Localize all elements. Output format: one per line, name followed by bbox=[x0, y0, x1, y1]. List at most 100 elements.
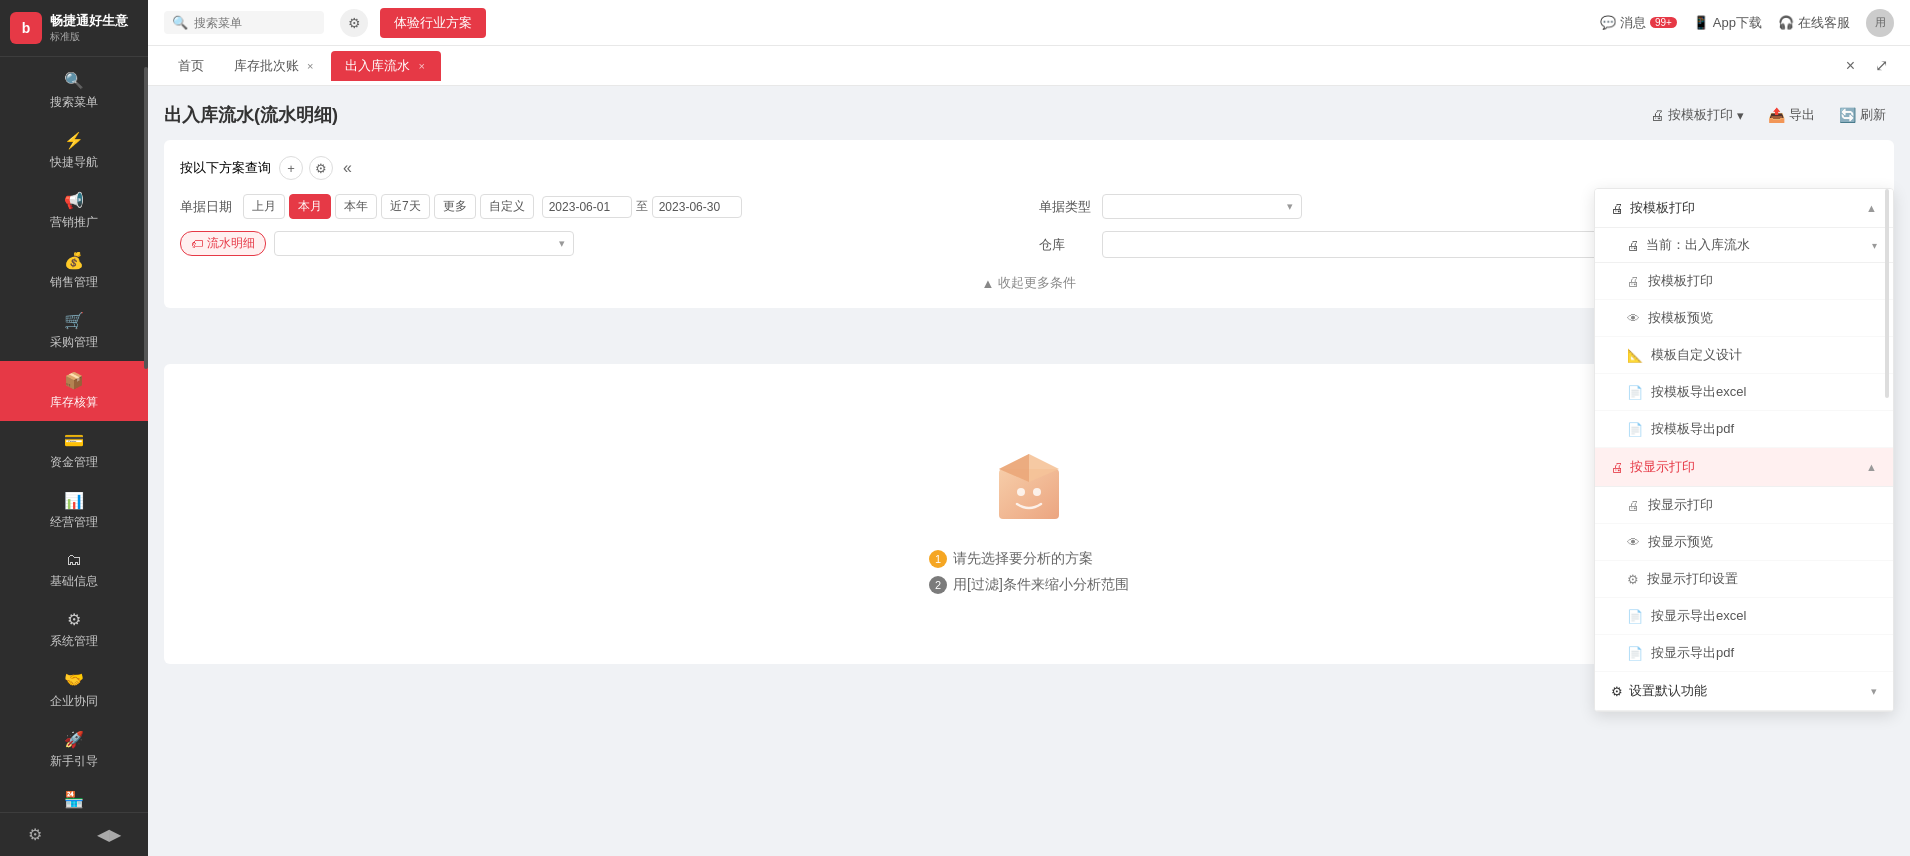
settings-bottom-btn[interactable]: ⚙ bbox=[28, 825, 42, 844]
settings-condition-btn[interactable]: ⚙ bbox=[309, 156, 333, 180]
voucher-type-select[interactable]: ▾ bbox=[1102, 194, 1302, 219]
biz-type-select[interactable]: ▾ bbox=[274, 231, 574, 256]
tab-inout-flow-close[interactable]: × bbox=[416, 60, 426, 72]
search-nav-icon: 🔍 bbox=[64, 71, 84, 90]
sidebar-nav: 🔍 搜索菜单 ⚡ 快捷导航 📢 营销推广 💰 销售管理 🛒 采购管理 📦 bbox=[0, 57, 148, 812]
date-from-input[interactable] bbox=[542, 196, 632, 218]
sidebar-item-guide[interactable]: 🚀 新手引导 bbox=[0, 720, 148, 780]
display-pdf-icon: 📄 bbox=[1627, 646, 1643, 661]
app-download-btn[interactable]: 📱 App下载 bbox=[1693, 14, 1762, 32]
date-btn-more[interactable]: 更多 bbox=[434, 194, 476, 219]
dropdown-item-template-preview[interactable]: 👁 按模板预览 bbox=[1595, 300, 1893, 337]
sidebar-item-finance[interactable]: 💳 资金管理 bbox=[0, 421, 148, 481]
voucher-type-chevron-icon: ▾ bbox=[1287, 200, 1293, 213]
guide-icon: 🚀 bbox=[64, 730, 84, 749]
topbar-search-box[interactable]: 🔍 bbox=[164, 11, 324, 34]
dropdown-section-template-header[interactable]: 🖨 按模板打印 ▲ bbox=[1595, 189, 1893, 228]
close-all-tabs-btn[interactable]: × bbox=[1840, 55, 1861, 77]
collapse-more-btn[interactable]: ▲ 收起更多条件 bbox=[982, 274, 1077, 292]
sidebar-item-purchase[interactable]: 🛒 采购管理 bbox=[0, 301, 148, 361]
tab-inventory-batch-close[interactable]: × bbox=[305, 60, 315, 72]
date-field: 单据日期 上月 本月 本年 近7天 更多 自定义 至 bbox=[180, 194, 1019, 219]
dropdown-item-display-print[interactable]: 🖨 按显示打印 bbox=[1595, 487, 1893, 524]
date-btn-last-month[interactable]: 上月 bbox=[243, 194, 285, 219]
tab-inout-flow[interactable]: 出入库流水 × bbox=[331, 51, 440, 81]
date-btn-this-month[interactable]: 本月 bbox=[289, 194, 331, 219]
tab-home[interactable]: 首页 bbox=[164, 51, 218, 81]
trial-btn[interactable]: 体验行业方案 bbox=[380, 8, 486, 38]
topbar-search-input[interactable] bbox=[194, 16, 316, 30]
sales-icon: 💰 bbox=[64, 251, 84, 270]
sidebar-item-operations-label: 经营管理 bbox=[50, 514, 98, 531]
sidebar-item-cooperation[interactable]: 🤝 企业协同 bbox=[0, 660, 148, 720]
user-avatar[interactable]: 用 bbox=[1866, 9, 1894, 37]
sidebar-item-marketing[interactable]: 📢 营销推广 bbox=[0, 181, 148, 241]
dropdown-current-item[interactable]: 🖨 当前：出入库流水 ▾ bbox=[1595, 228, 1893, 263]
voucher-type-label: 单据类型 bbox=[1039, 198, 1094, 216]
online-service-btn[interactable]: 🎧 在线客服 bbox=[1778, 14, 1850, 32]
sidebar-item-appstore[interactable]: 🏪 应用中心 bbox=[0, 780, 148, 812]
printer-icon: 🖨 bbox=[1650, 107, 1664, 123]
dropdown-item-template-custom[interactable]: 📐 模板自定义设计 bbox=[1595, 337, 1893, 374]
filter-tag[interactable]: 🏷 流水明细 bbox=[180, 231, 266, 256]
dropdown-item-display-export-excel[interactable]: 📄 按显示导出excel bbox=[1595, 598, 1893, 635]
dropdown-section-template-title: 🖨 按模板打印 bbox=[1611, 199, 1695, 217]
add-condition-btn[interactable]: + bbox=[279, 156, 303, 180]
svg-point-4 bbox=[1033, 488, 1041, 496]
export-btn[interactable]: 📤 导出 bbox=[1760, 102, 1823, 128]
brand-tag: 标准版 bbox=[50, 30, 128, 44]
collapse-conditions-btn[interactable]: « bbox=[341, 157, 354, 179]
biz-type-area: 🏷 流水明细 ▾ bbox=[180, 231, 1019, 256]
refresh-btn[interactable]: 🔄 刷新 bbox=[1831, 102, 1894, 128]
operations-icon: 📊 bbox=[64, 491, 84, 510]
date-btn-this-year[interactable]: 本年 bbox=[335, 194, 377, 219]
sidebar-item-basic-label: 基础信息 bbox=[50, 573, 98, 590]
export-icon: 📤 bbox=[1768, 107, 1785, 123]
dropdown-item-template-export-excel[interactable]: 📄 按模板导出excel bbox=[1595, 374, 1893, 411]
date-btn-custom[interactable]: 自定义 bbox=[480, 194, 534, 219]
print-template-btn[interactable]: 🖨 按模板打印 ▾ bbox=[1642, 102, 1752, 128]
topbar-gear-btn[interactable]: ⚙ bbox=[340, 9, 368, 37]
print-template-chevron-icon: ▾ bbox=[1737, 108, 1744, 123]
empty-tip-1: 请先选择要分析的方案 bbox=[953, 550, 1093, 568]
dropdown-item-display-preview[interactable]: 👁 按显示预览 bbox=[1595, 524, 1893, 561]
main-content: 🔍 ⚙ 体验行业方案 💬 消息 99+ 📱 App下载 🎧 在线客服 用 bbox=[148, 0, 1910, 856]
sidebar-item-inventory[interactable]: 📦 库存核算 bbox=[0, 361, 148, 421]
tab-inventory-batch[interactable]: 库存批次账 × bbox=[220, 51, 329, 81]
sidebar-item-quicknav[interactable]: ⚡ 快捷导航 bbox=[0, 121, 148, 181]
empty-state-icon bbox=[979, 434, 1079, 534]
date-to-input[interactable] bbox=[652, 196, 742, 218]
sidebar-item-sales[interactable]: 💰 销售管理 bbox=[0, 241, 148, 301]
tip-1-num: 1 bbox=[929, 550, 947, 568]
dropdown-item-template-export-pdf[interactable]: 📄 按模板导出pdf bbox=[1595, 411, 1893, 448]
date-btn-last-7-days[interactable]: 近7天 bbox=[381, 194, 430, 219]
sidebar-item-search[interactable]: 🔍 搜索菜单 bbox=[0, 61, 148, 121]
template-print-icon: 🖨 bbox=[1627, 274, 1640, 289]
sidebar-item-basic[interactable]: 🗂 基础信息 bbox=[0, 541, 148, 600]
page-title: 出入库流水(流水明细) bbox=[164, 103, 1642, 127]
sidebar-item-system[interactable]: ⚙ 系统管理 bbox=[0, 600, 148, 660]
tab-inout-flow-label: 出入库流水 bbox=[345, 57, 410, 75]
dropdown-scrollbar[interactable] bbox=[1885, 189, 1889, 398]
display-print-icon: 🖨 bbox=[1627, 498, 1640, 513]
dropdown-item-display-print-settings[interactable]: ⚙ 按显示打印设置 bbox=[1595, 561, 1893, 598]
search-label: 按以下方案查询 bbox=[180, 159, 271, 177]
dropdown-printer-icon: 🖨 bbox=[1611, 201, 1624, 216]
dropdown-section-display-header[interactable]: 🖨 按显示打印 ▲ bbox=[1595, 448, 1893, 487]
marketing-icon: 📢 bbox=[64, 191, 84, 210]
dropdown-section-display-title: 🖨 按显示打印 bbox=[1611, 458, 1695, 476]
display-preview-icon: 👁 bbox=[1627, 535, 1640, 550]
dropdown-section-default-header[interactable]: ⚙ 设置默认功能 ▾ bbox=[1595, 672, 1893, 711]
dropdown-item-display-export-pdf[interactable]: 📄 按显示导出pdf bbox=[1595, 635, 1893, 672]
cooperation-icon: 🤝 bbox=[64, 670, 84, 689]
refresh-icon: 🔄 bbox=[1839, 107, 1856, 123]
sidebar-item-operations[interactable]: 📊 经营管理 bbox=[0, 481, 148, 541]
message-btn[interactable]: 💬 消息 99+ bbox=[1600, 14, 1677, 32]
expand-window-btn[interactable]: ⤢ bbox=[1869, 54, 1894, 77]
current-template-icon: 🖨 bbox=[1627, 238, 1640, 253]
collapse-sidebar-btn[interactable]: ◀▶ bbox=[97, 825, 121, 844]
dropdown-item-template-print[interactable]: 🖨 按模板打印 bbox=[1595, 263, 1893, 300]
date-range-controls: 上月 本月 本年 近7天 更多 自定义 bbox=[243, 194, 534, 219]
app-icon: 📱 bbox=[1693, 15, 1709, 30]
empty-state: 1 请先选择要分析的方案 2 用[过滤]条件来缩小分析范围 bbox=[929, 434, 1129, 594]
